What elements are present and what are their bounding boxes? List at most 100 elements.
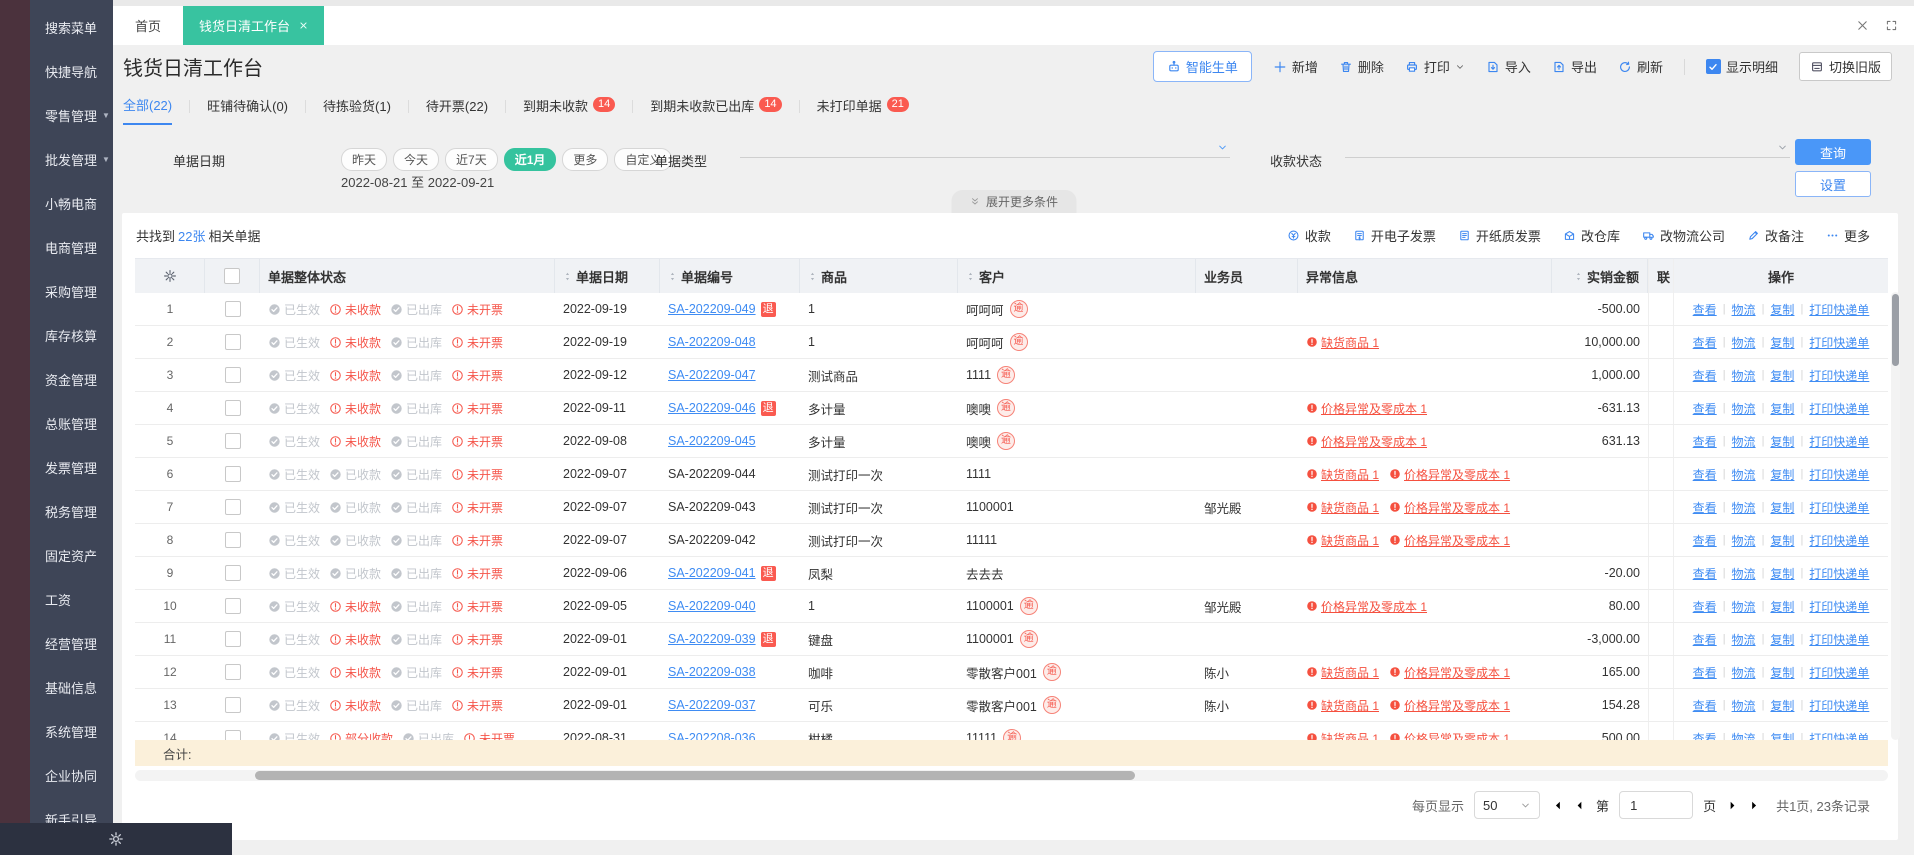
op-print-express[interactable]: 打印快递单: [1809, 664, 1869, 681]
row-checkbox[interactable]: [224, 565, 241, 581]
sidebar-item-ledger[interactable]: 总账管理: [30, 401, 113, 445]
col-header-amount[interactable]: 实销金额: [1552, 259, 1648, 293]
sidebar-item-xiaochang-ecom[interactable]: 小畅电商: [30, 181, 113, 225]
page-number-input[interactable]: [1619, 791, 1694, 819]
op-copy[interactable]: 复制: [1770, 400, 1794, 417]
op-copy[interactable]: 复制: [1770, 697, 1794, 714]
op-view[interactable]: 查看: [1693, 532, 1717, 549]
row-checkbox[interactable]: [224, 466, 241, 482]
vertical-scrollbar-thumb[interactable]: [1892, 294, 1899, 366]
op-print-express[interactable]: 打印快递单: [1809, 301, 1869, 318]
export-button[interactable]: 导出: [1552, 57, 1597, 76]
op-view[interactable]: 查看: [1693, 598, 1717, 615]
op-logistics[interactable]: 物流: [1732, 334, 1756, 351]
col-header-date[interactable]: 单据日期: [555, 259, 660, 293]
col-header-check[interactable]: [205, 259, 260, 293]
op-logistics[interactable]: 物流: [1732, 499, 1756, 516]
refresh-button[interactable]: 刷新: [1618, 57, 1663, 76]
sidebar-item-system[interactable]: 系统管理: [30, 709, 113, 753]
row-checkbox[interactable]: [224, 499, 241, 515]
op-copy[interactable]: 复制: [1770, 433, 1794, 450]
op-copy[interactable]: 复制: [1770, 301, 1794, 318]
op-copy[interactable]: 复制: [1770, 499, 1794, 516]
op-logistics[interactable]: 物流: [1732, 367, 1756, 384]
row-checkbox[interactable]: [224, 433, 241, 449]
order-code[interactable]: SA-202209-048: [668, 335, 756, 349]
sidebar-item-quick-nav[interactable]: 快捷导航: [30, 49, 113, 93]
sidebar-item-tax[interactable]: 税务管理: [30, 489, 113, 533]
op-copy[interactable]: 复制: [1770, 631, 1794, 648]
op-print-express[interactable]: 打印快递单: [1809, 598, 1869, 615]
search-button[interactable]: 查询: [1795, 139, 1871, 165]
per-page-select[interactable]: 50: [1474, 791, 1541, 819]
sidebar-item-fixed-assets[interactable]: 固定资产: [30, 533, 113, 577]
payment-status-select[interactable]: [1345, 133, 1790, 158]
error-link[interactable]: 价格异常及零成本 1: [1389, 466, 1510, 483]
order-code[interactable]: SA-202209-038: [668, 665, 756, 679]
sidebar-item-inventory[interactable]: 库存核算: [30, 313, 113, 357]
row-checkbox[interactable]: [224, 532, 241, 548]
row-checkbox[interactable]: [224, 301, 241, 317]
row-checkbox[interactable]: [224, 631, 241, 647]
order-code[interactable]: SA-202209-045: [668, 434, 756, 448]
op-copy[interactable]: 复制: [1770, 334, 1794, 351]
row-checkbox[interactable]: [224, 334, 241, 350]
error-link[interactable]: 缺货商品 1: [1306, 499, 1379, 516]
order-code[interactable]: SA-202209-040: [668, 599, 756, 613]
op-print-express[interactable]: 打印快递单: [1809, 334, 1869, 351]
row-checkbox[interactable]: [224, 598, 241, 614]
op-print-express[interactable]: 打印快递单: [1809, 367, 1869, 384]
window-expand-icon[interactable]: [1885, 19, 1898, 32]
filter-tab-0[interactable]: 全部(22): [123, 95, 173, 125]
op-logistics[interactable]: 物流: [1732, 631, 1756, 648]
sidebar-item-search-menu[interactable]: 搜索菜单: [30, 5, 113, 49]
e-invoice-button[interactable]: 开电子发票: [1353, 226, 1436, 245]
sidebar-item-retail[interactable]: 零售管理 ▼: [30, 93, 113, 137]
error-link[interactable]: 价格异常及零成本 1: [1389, 532, 1510, 549]
settings-button[interactable]: 设置: [1795, 171, 1871, 197]
error-link[interactable]: 缺货商品 1: [1306, 334, 1379, 351]
op-copy[interactable]: 复制: [1770, 367, 1794, 384]
op-print-express[interactable]: 打印快递单: [1809, 532, 1869, 549]
order-code[interactable]: SA-202209-047: [668, 368, 756, 382]
prev-page-button[interactable]: [1573, 799, 1586, 812]
row-checkbox[interactable]: [224, 367, 241, 383]
first-page-button[interactable]: [1550, 799, 1563, 812]
smart-order-button[interactable]: 智能生单: [1152, 51, 1252, 82]
date-pill[interactable]: 更多: [562, 148, 609, 171]
op-print-express[interactable]: 打印快递单: [1809, 466, 1869, 483]
collect-payment-button[interactable]: 收款: [1287, 226, 1331, 245]
op-copy[interactable]: 复制: [1770, 598, 1794, 615]
op-logistics[interactable]: 物流: [1732, 532, 1756, 549]
tab-home[interactable]: 首页: [113, 6, 183, 45]
tab-active[interactable]: 钱货日清工作台: [183, 6, 325, 45]
op-logistics[interactable]: 物流: [1732, 466, 1756, 483]
op-view[interactable]: 查看: [1693, 631, 1717, 648]
error-link[interactable]: 价格异常及零成本 1: [1389, 664, 1510, 681]
delete-button[interactable]: 删除: [1339, 57, 1384, 76]
filter-tab-5[interactable]: 到期未收款已出库 14: [650, 96, 782, 124]
op-view[interactable]: 查看: [1693, 400, 1717, 417]
op-view[interactable]: 查看: [1693, 301, 1717, 318]
op-print-express[interactable]: 打印快递单: [1809, 565, 1869, 582]
horizontal-scrollbar[interactable]: [135, 770, 1888, 781]
col-header-product[interactable]: 商品: [800, 259, 958, 293]
row-checkbox[interactable]: [224, 664, 241, 680]
op-print-express[interactable]: 打印快递单: [1809, 433, 1869, 450]
error-link[interactable]: 价格异常及零成本 1: [1306, 400, 1427, 417]
error-link[interactable]: 价格异常及零成本 1: [1306, 433, 1427, 450]
sidebar-item-base-info[interactable]: 基础信息: [30, 665, 113, 709]
filter-tab-1[interactable]: 旺铺待确认(0): [207, 96, 288, 124]
op-view[interactable]: 查看: [1693, 466, 1717, 483]
error-link[interactable]: 价格异常及零成本 1: [1389, 697, 1510, 714]
date-pill[interactable]: 近7天: [445, 148, 498, 171]
select-all-checkbox[interactable]: [224, 268, 240, 284]
op-print-express[interactable]: 打印快递单: [1809, 631, 1869, 648]
more-actions-button[interactable]: 更多: [1826, 226, 1870, 245]
op-logistics[interactable]: 物流: [1732, 664, 1756, 681]
change-remark-button[interactable]: 改备注: [1747, 226, 1804, 245]
expand-more-button[interactable]: 展开更多条件: [950, 190, 1077, 213]
op-view[interactable]: 查看: [1693, 433, 1717, 450]
date-pill[interactable]: 今天: [393, 148, 440, 171]
error-link[interactable]: 缺货商品 1: [1306, 532, 1379, 549]
